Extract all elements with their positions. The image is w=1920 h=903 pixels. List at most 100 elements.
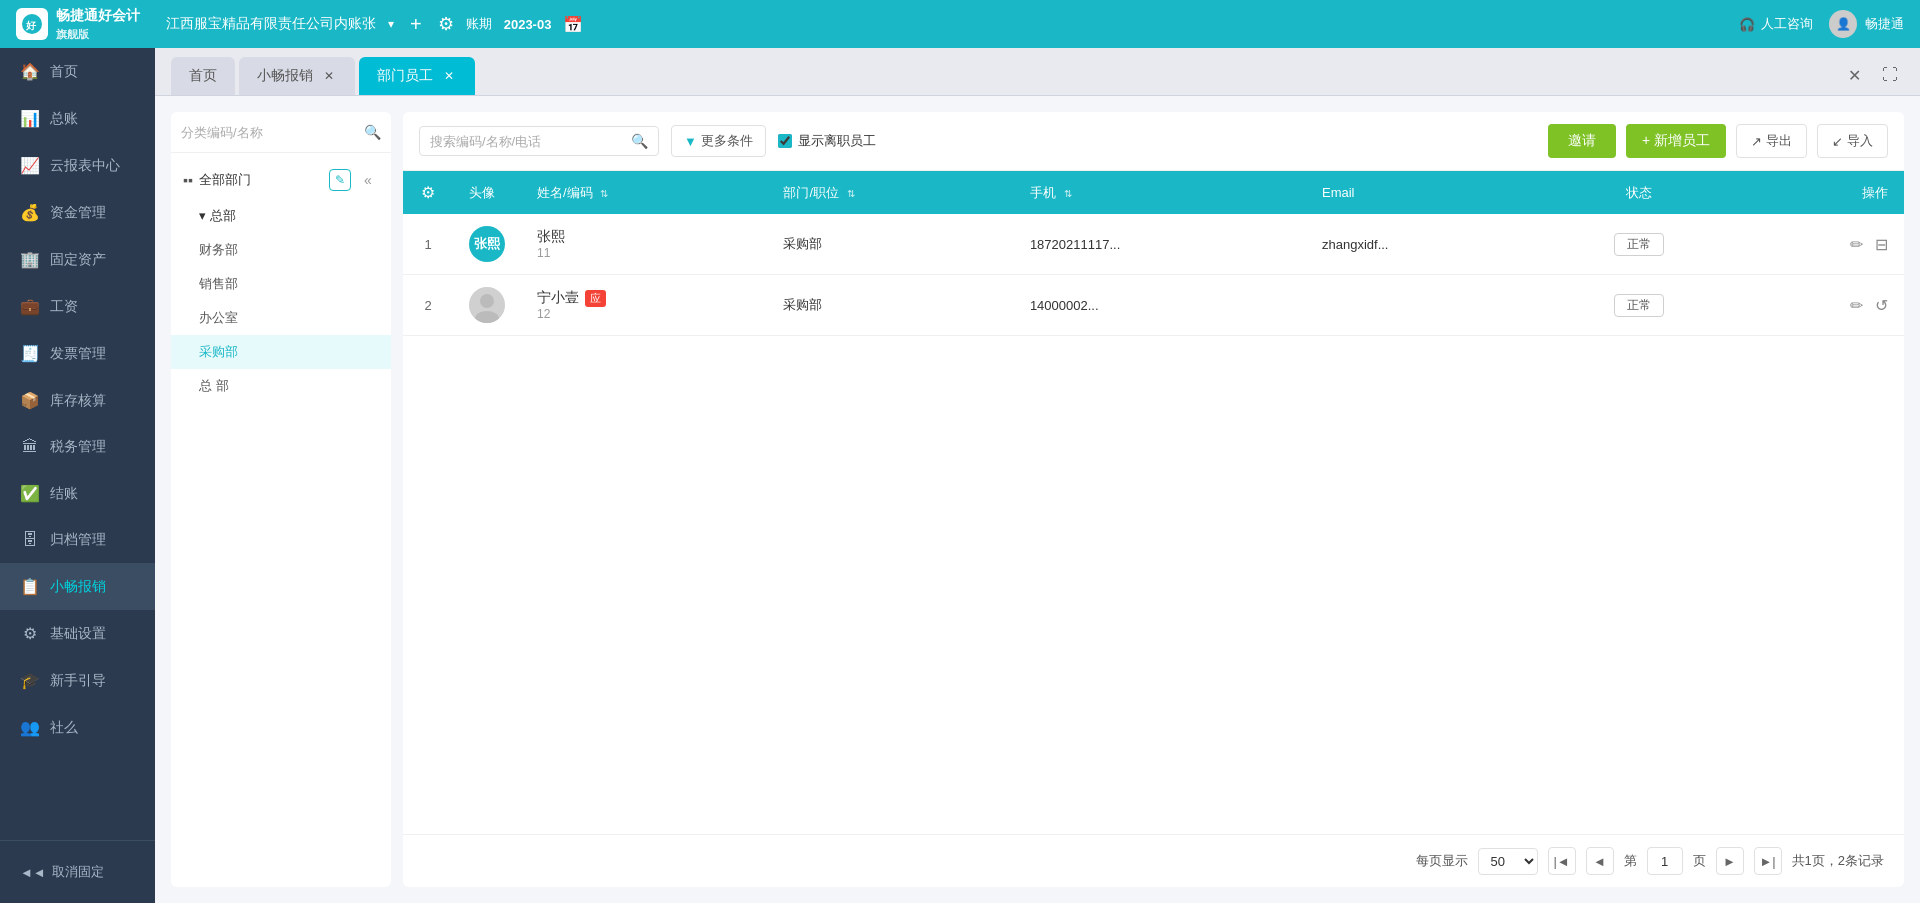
company-name[interactable]: 江西服宝精品有限责任公司内账张 [166, 15, 376, 33]
tab-expense[interactable]: 小畅报销 ✕ [239, 57, 355, 95]
sidebar-item-tax[interactable]: 🏛 税务管理 [0, 424, 155, 470]
close-tab-button[interactable]: ✕ [1840, 61, 1868, 89]
guide-icon: 🎓 [20, 671, 40, 690]
tab-dept-close[interactable]: ✕ [441, 68, 457, 84]
status-cell-1: 正常 [1541, 214, 1737, 275]
settings-nav-icon: ⚙ [20, 624, 40, 643]
filter-label: 更多条件 [701, 132, 753, 150]
import-button[interactable]: ↙ 导入 [1817, 124, 1888, 158]
dept-item-general[interactable]: 总 部 [171, 369, 391, 403]
sidebar-item-assets[interactable]: 🏢 固定资产 [0, 236, 155, 283]
sidebar-item-label: 归档管理 [50, 531, 106, 549]
user-info[interactable]: 👤 畅捷通 [1829, 10, 1904, 38]
dept-search-input[interactable] [181, 125, 358, 140]
sidebar-item-capital[interactable]: 💰 资金管理 [0, 189, 155, 236]
search-icon[interactable]: 🔍 [631, 133, 648, 149]
invite-button[interactable]: 邀请 [1548, 124, 1616, 158]
dept-sort-icon[interactable]: ⇅ [847, 188, 855, 199]
per-page-select[interactable]: 50 20 100 [1478, 848, 1538, 875]
sidebar-item-social[interactable]: 👥 社么 [0, 704, 155, 751]
tab-dept[interactable]: 部门员工 ✕ [359, 57, 475, 95]
sidebar-item-guide[interactable]: 🎓 新手引导 [0, 657, 155, 704]
sidebar-item-ledger[interactable]: 📊 总账 [0, 95, 155, 142]
col-phone[interactable]: 手机 ⇅ [1014, 171, 1306, 214]
show-resigned-checkbox[interactable] [778, 134, 792, 148]
cancel-fixed-button[interactable]: ◄◄ 取消固定 [0, 853, 155, 891]
prev-page-button[interactable]: ◄ [1586, 847, 1614, 875]
sidebar-item-label: 总账 [50, 110, 78, 128]
pin-icon: ◄◄ [20, 865, 46, 880]
sidebar-item-salary[interactable]: 💼 工资 [0, 283, 155, 330]
dept-item-finance[interactable]: 财务部 [171, 233, 391, 267]
avatar-2 [469, 287, 505, 323]
settings-icon[interactable]: ⚙ [438, 13, 454, 35]
tab-home[interactable]: 首页 [171, 57, 235, 95]
last-page-button[interactable]: ►| [1754, 847, 1782, 875]
export-icon: ↗ [1751, 134, 1762, 149]
sidebar-item-reports[interactable]: 📈 云报表中心 [0, 142, 155, 189]
sidebar-item-close[interactable]: ✅ 结账 [0, 470, 155, 517]
col-name[interactable]: 姓名/编码 ⇅ [521, 171, 767, 214]
sidebar-item-label: 社么 [50, 719, 78, 737]
sidebar-item-label: 资金管理 [50, 204, 106, 222]
email-cell-2 [1306, 275, 1541, 336]
add-employee-button[interactable]: + 新增员工 [1626, 124, 1726, 158]
col-settings[interactable]: ⚙ [403, 171, 453, 214]
logo-icon: 好 [16, 8, 48, 40]
invoice-icon: 🧾 [20, 344, 40, 363]
col-dept[interactable]: 部门/职位 ⇅ [767, 171, 1013, 214]
employee-search-input[interactable] [430, 134, 623, 149]
calendar-icon[interactable]: 📅 [563, 15, 583, 34]
sidebar-item-expense[interactable]: 📋 小畅报销 [0, 563, 155, 610]
left-panel: 🔍 ▪▪ 全部部门 ✎ « ▾ 总部 财务部 销售部 办公室 采购部 总 部 [171, 112, 391, 887]
phone-sort-icon[interactable]: ⇅ [1064, 188, 1072, 199]
employee-table: ⚙ 头像 姓名/编码 ⇅ 部门/职位 ⇅ 手机 ⇅ Email 状态 操作 [403, 171, 1904, 336]
grid-icon: ▪▪ [183, 172, 193, 188]
refresh-button-2[interactable]: ↺ [1875, 296, 1888, 315]
table-cog-icon[interactable]: ⚙ [421, 184, 435, 201]
emp-code-2: 12 [537, 307, 751, 321]
logout-button-1[interactable]: ⊟ [1875, 235, 1888, 254]
page-label-prefix: 第 [1624, 852, 1637, 870]
status-badge-1: 正常 [1614, 233, 1664, 256]
sidebar-item-home[interactable]: 🏠 首页 [0, 48, 155, 95]
dept-collapse-button[interactable]: « [357, 169, 379, 191]
dept-item-office[interactable]: 办公室 [171, 301, 391, 335]
toolbar-right: 邀请 + 新增员工 ↗ 导出 ↙ 导入 [1548, 124, 1888, 158]
ledger-icon: 📊 [20, 109, 40, 128]
import-label: 导入 [1847, 132, 1873, 150]
page-input[interactable] [1647, 847, 1683, 875]
edit-button-2[interactable]: ✏ [1850, 296, 1863, 315]
sidebar-item-settings[interactable]: ⚙ 基础设置 [0, 610, 155, 657]
sidebar-item-inventory[interactable]: 📦 库存核算 [0, 377, 155, 424]
next-page-button[interactable]: ► [1716, 847, 1744, 875]
dept-item-purchasing[interactable]: 采购部 [171, 335, 391, 369]
sidebar-item-archive[interactable]: 🗄 归档管理 [0, 517, 155, 563]
avatar-1: 张熙 [469, 226, 505, 262]
expand-tab-button[interactable]: ⛶ [1876, 61, 1904, 89]
dept-tree-header[interactable]: ▪▪ 全部部门 ✎ « [171, 161, 391, 199]
assets-icon: 🏢 [20, 250, 40, 269]
company-dropdown-icon[interactable]: ▾ [388, 17, 394, 31]
period-value[interactable]: 2023-03 [504, 17, 552, 32]
name-sort-icon[interactable]: ⇅ [600, 188, 608, 199]
tab-expense-close[interactable]: ✕ [321, 68, 337, 84]
col-email: Email [1306, 171, 1541, 214]
name-cell-1: 张熙 11 [521, 214, 767, 275]
search-box: 🔍 [419, 126, 659, 156]
show-resigned-label[interactable]: 显示离职员工 [778, 132, 876, 150]
service-button[interactable]: 🎧 人工咨询 [1739, 15, 1813, 33]
logo-area: 好 畅捷通好会计 旗舰版 [16, 7, 166, 42]
add-company-button[interactable]: + [406, 13, 426, 36]
dept-edit-button[interactable]: ✎ [329, 169, 351, 191]
dept-item-sales[interactable]: 销售部 [171, 267, 391, 301]
expense-icon: 📋 [20, 577, 40, 596]
edit-button-1[interactable]: ✏ [1850, 235, 1863, 254]
svg-point-3 [480, 294, 494, 308]
export-button[interactable]: ↗ 导出 [1736, 124, 1807, 158]
dept-search-icon[interactable]: 🔍 [364, 124, 381, 140]
more-filter-button[interactable]: ▼ 更多条件 [671, 125, 766, 157]
sidebar-item-invoice[interactable]: 🧾 发票管理 [0, 330, 155, 377]
first-page-button[interactable]: |◄ [1548, 847, 1576, 875]
dept-headquarters[interactable]: ▾ 总部 [171, 199, 391, 233]
